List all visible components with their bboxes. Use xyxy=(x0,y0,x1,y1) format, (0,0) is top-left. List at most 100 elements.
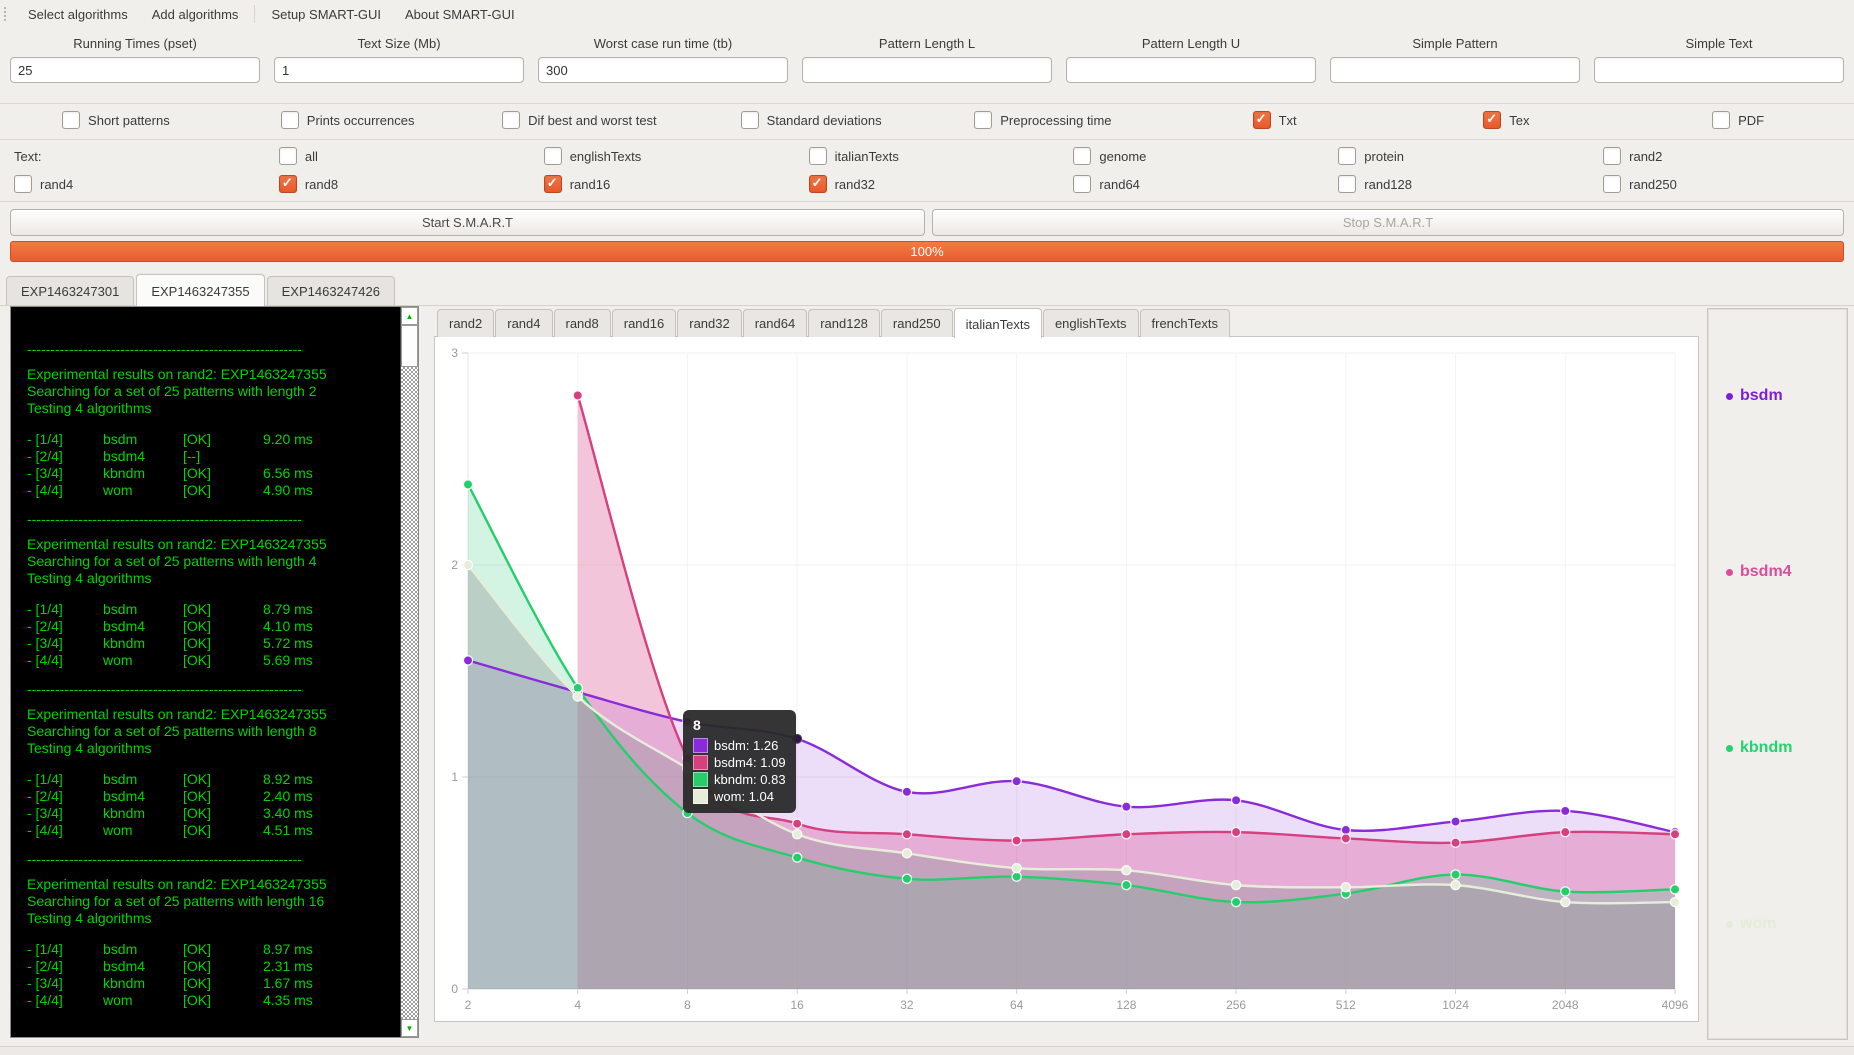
checkbox-rand250[interactable]: rand250 xyxy=(1589,172,1854,196)
point-bsdm-512[interactable] xyxy=(1340,824,1352,836)
checkbox-box[interactable] xyxy=(1603,175,1622,193)
chart-tab-rand250[interactable]: rand250 xyxy=(880,309,953,337)
point-kbndm-32[interactable] xyxy=(901,873,913,885)
point-bsdm4-4096[interactable] xyxy=(1669,828,1681,840)
point-wom-4[interactable] xyxy=(572,691,583,702)
checkbox-pdf[interactable]: PDF xyxy=(1622,108,1854,132)
checkbox-box[interactable] xyxy=(808,147,827,165)
checkbox-box[interactable] xyxy=(1483,111,1502,129)
menu-item-select-algorithms[interactable]: Select algorithms xyxy=(16,2,140,27)
point-bsdm-128[interactable] xyxy=(1121,801,1132,812)
scroll-up-icon[interactable]: ▲ xyxy=(401,307,418,325)
point-bsdm4-64[interactable] xyxy=(1011,835,1022,846)
chart-tab-rand32[interactable]: rand32 xyxy=(677,309,742,337)
point-bsdm4-128[interactable] xyxy=(1121,828,1132,840)
point-wom-16[interactable] xyxy=(791,828,803,840)
checkbox-standard-deviations[interactable]: Standard deviations xyxy=(695,108,927,132)
checkbox-rand2[interactable]: rand2 xyxy=(1589,144,1854,168)
checkbox-box[interactable] xyxy=(14,175,32,193)
point-wom-1024[interactable] xyxy=(1450,879,1461,891)
point-bsdm-2048[interactable] xyxy=(1560,805,1571,817)
checkbox-box[interactable] xyxy=(1712,111,1731,129)
checkbox-box[interactable] xyxy=(1338,147,1357,165)
checkbox-box[interactable] xyxy=(278,175,297,193)
point-kbndm-16[interactable] xyxy=(791,852,803,863)
checkbox-box[interactable] xyxy=(808,175,827,193)
scrollbar-thumb[interactable] xyxy=(401,325,418,367)
point-wom-32[interactable] xyxy=(901,848,913,859)
checkbox-protein[interactable]: protein xyxy=(1324,144,1589,168)
chart-tab-englishTexts[interactable]: englishTexts xyxy=(1042,309,1139,337)
checkbox-rand64[interactable]: rand64 xyxy=(1059,172,1324,196)
legend-item-bsdm4[interactable]: bsdm4 xyxy=(1726,563,1792,581)
checkbox-rand128[interactable]: rand128 xyxy=(1324,172,1589,196)
point-kbndm-4[interactable] xyxy=(572,682,583,694)
terminal-scrollbar[interactable]: ▲ ▼ xyxy=(400,307,418,1037)
scrollbar-track[interactable] xyxy=(401,367,418,1019)
point-kbndm-2048[interactable] xyxy=(1560,886,1571,897)
checkbox-box[interactable] xyxy=(1603,147,1622,165)
checkbox-box[interactable] xyxy=(543,175,562,193)
point-kbndm-64[interactable] xyxy=(1011,871,1022,882)
point-bsdm4-2048[interactable] xyxy=(1560,826,1571,838)
point-kbndm-256[interactable] xyxy=(1230,896,1242,908)
field-input-worst-case-run-time-tb-[interactable] xyxy=(538,57,788,83)
point-bsdm4-32[interactable] xyxy=(901,828,913,840)
point-bsdm-256[interactable] xyxy=(1230,795,1242,806)
checkbox-rand32[interactable]: rand32 xyxy=(795,172,1060,196)
point-bsdm-64[interactable] xyxy=(1011,775,1022,787)
checkbox-rand4[interactable]: rand4 xyxy=(0,172,265,196)
point-wom-256[interactable] xyxy=(1230,879,1242,891)
point-kbndm-1024[interactable] xyxy=(1450,869,1461,880)
chart-tab-rand128[interactable]: rand128 xyxy=(808,309,880,337)
checkbox-rand8[interactable]: rand8 xyxy=(265,172,530,196)
tab-EXP1463247355[interactable]: EXP1463247355 xyxy=(136,274,265,306)
checkbox-box[interactable] xyxy=(1338,175,1357,193)
checkbox-prints-occurrences[interactable]: Prints occurrences xyxy=(232,108,464,132)
tab-EXP1463247426[interactable]: EXP1463247426 xyxy=(266,276,395,306)
checkbox-short-patterns[interactable]: Short patterns xyxy=(0,108,232,132)
stop-smart-button[interactable]: Stop S.M.A.R.T xyxy=(932,209,1844,236)
menu-item-about-smart-gui[interactable]: About SMART-GUI xyxy=(393,2,527,27)
checkbox-tex[interactable]: Tex xyxy=(1391,108,1623,132)
chart-tab-rand64[interactable]: rand64 xyxy=(742,309,808,337)
point-wom-512[interactable] xyxy=(1340,881,1352,893)
start-smart-button[interactable]: Start S.M.A.R.T xyxy=(10,209,925,236)
chart-tab-rand16[interactable]: rand16 xyxy=(611,309,677,337)
point-bsdm-1024[interactable] xyxy=(1450,816,1461,827)
point-kbndm-128[interactable] xyxy=(1121,879,1132,891)
legend-item-wom[interactable]: wom xyxy=(1726,915,1776,933)
point-bsdm4-256[interactable] xyxy=(1230,826,1242,838)
field-input-simple-pattern[interactable] xyxy=(1330,57,1580,83)
point-kbndm-2[interactable] xyxy=(462,479,474,490)
point-bsdm-32[interactable] xyxy=(901,786,913,798)
chart-tab-frenchTexts[interactable]: frenchTexts xyxy=(1139,309,1230,337)
checkbox-genome[interactable]: genome xyxy=(1059,144,1324,168)
point-bsdm4-16[interactable] xyxy=(791,818,803,829)
checkbox-box[interactable] xyxy=(1073,147,1092,165)
menu-item-add-algorithms[interactable]: Add algorithms xyxy=(140,2,251,27)
checkbox-box[interactable] xyxy=(1252,111,1271,129)
point-wom-128[interactable] xyxy=(1121,865,1132,876)
scroll-down-icon[interactable]: ▼ xyxy=(401,1019,418,1037)
field-input-simple-text[interactable] xyxy=(1594,57,1844,83)
checkbox-txt[interactable]: Txt xyxy=(1159,108,1391,132)
checkbox-italiantexts[interactable]: italianTexts xyxy=(795,144,1060,168)
point-bsdm4-1024[interactable] xyxy=(1450,837,1461,848)
legend-item-bsdm[interactable]: bsdm xyxy=(1726,387,1783,405)
chart-tab-rand8[interactable]: rand8 xyxy=(553,309,611,337)
point-wom-2048[interactable] xyxy=(1560,896,1571,908)
point-wom-4096[interactable] xyxy=(1669,896,1681,908)
checkbox-all[interactable]: all xyxy=(265,144,530,168)
checkbox-box[interactable] xyxy=(1073,175,1092,193)
field-input-pattern-length-l[interactable] xyxy=(802,57,1052,83)
point-wom-2[interactable] xyxy=(462,559,474,571)
field-input-pattern-length-u[interactable] xyxy=(1066,57,1316,83)
point-bsdm4-512[interactable] xyxy=(1340,833,1352,844)
checkbox-box[interactable] xyxy=(974,111,993,129)
checkbox-box[interactable] xyxy=(543,147,562,165)
checkbox-box[interactable] xyxy=(62,111,81,129)
legend-item-kbndm[interactable]: kbndm xyxy=(1726,739,1792,757)
point-kbndm-4096[interactable] xyxy=(1669,884,1681,895)
point-wom-64[interactable] xyxy=(1011,862,1022,874)
